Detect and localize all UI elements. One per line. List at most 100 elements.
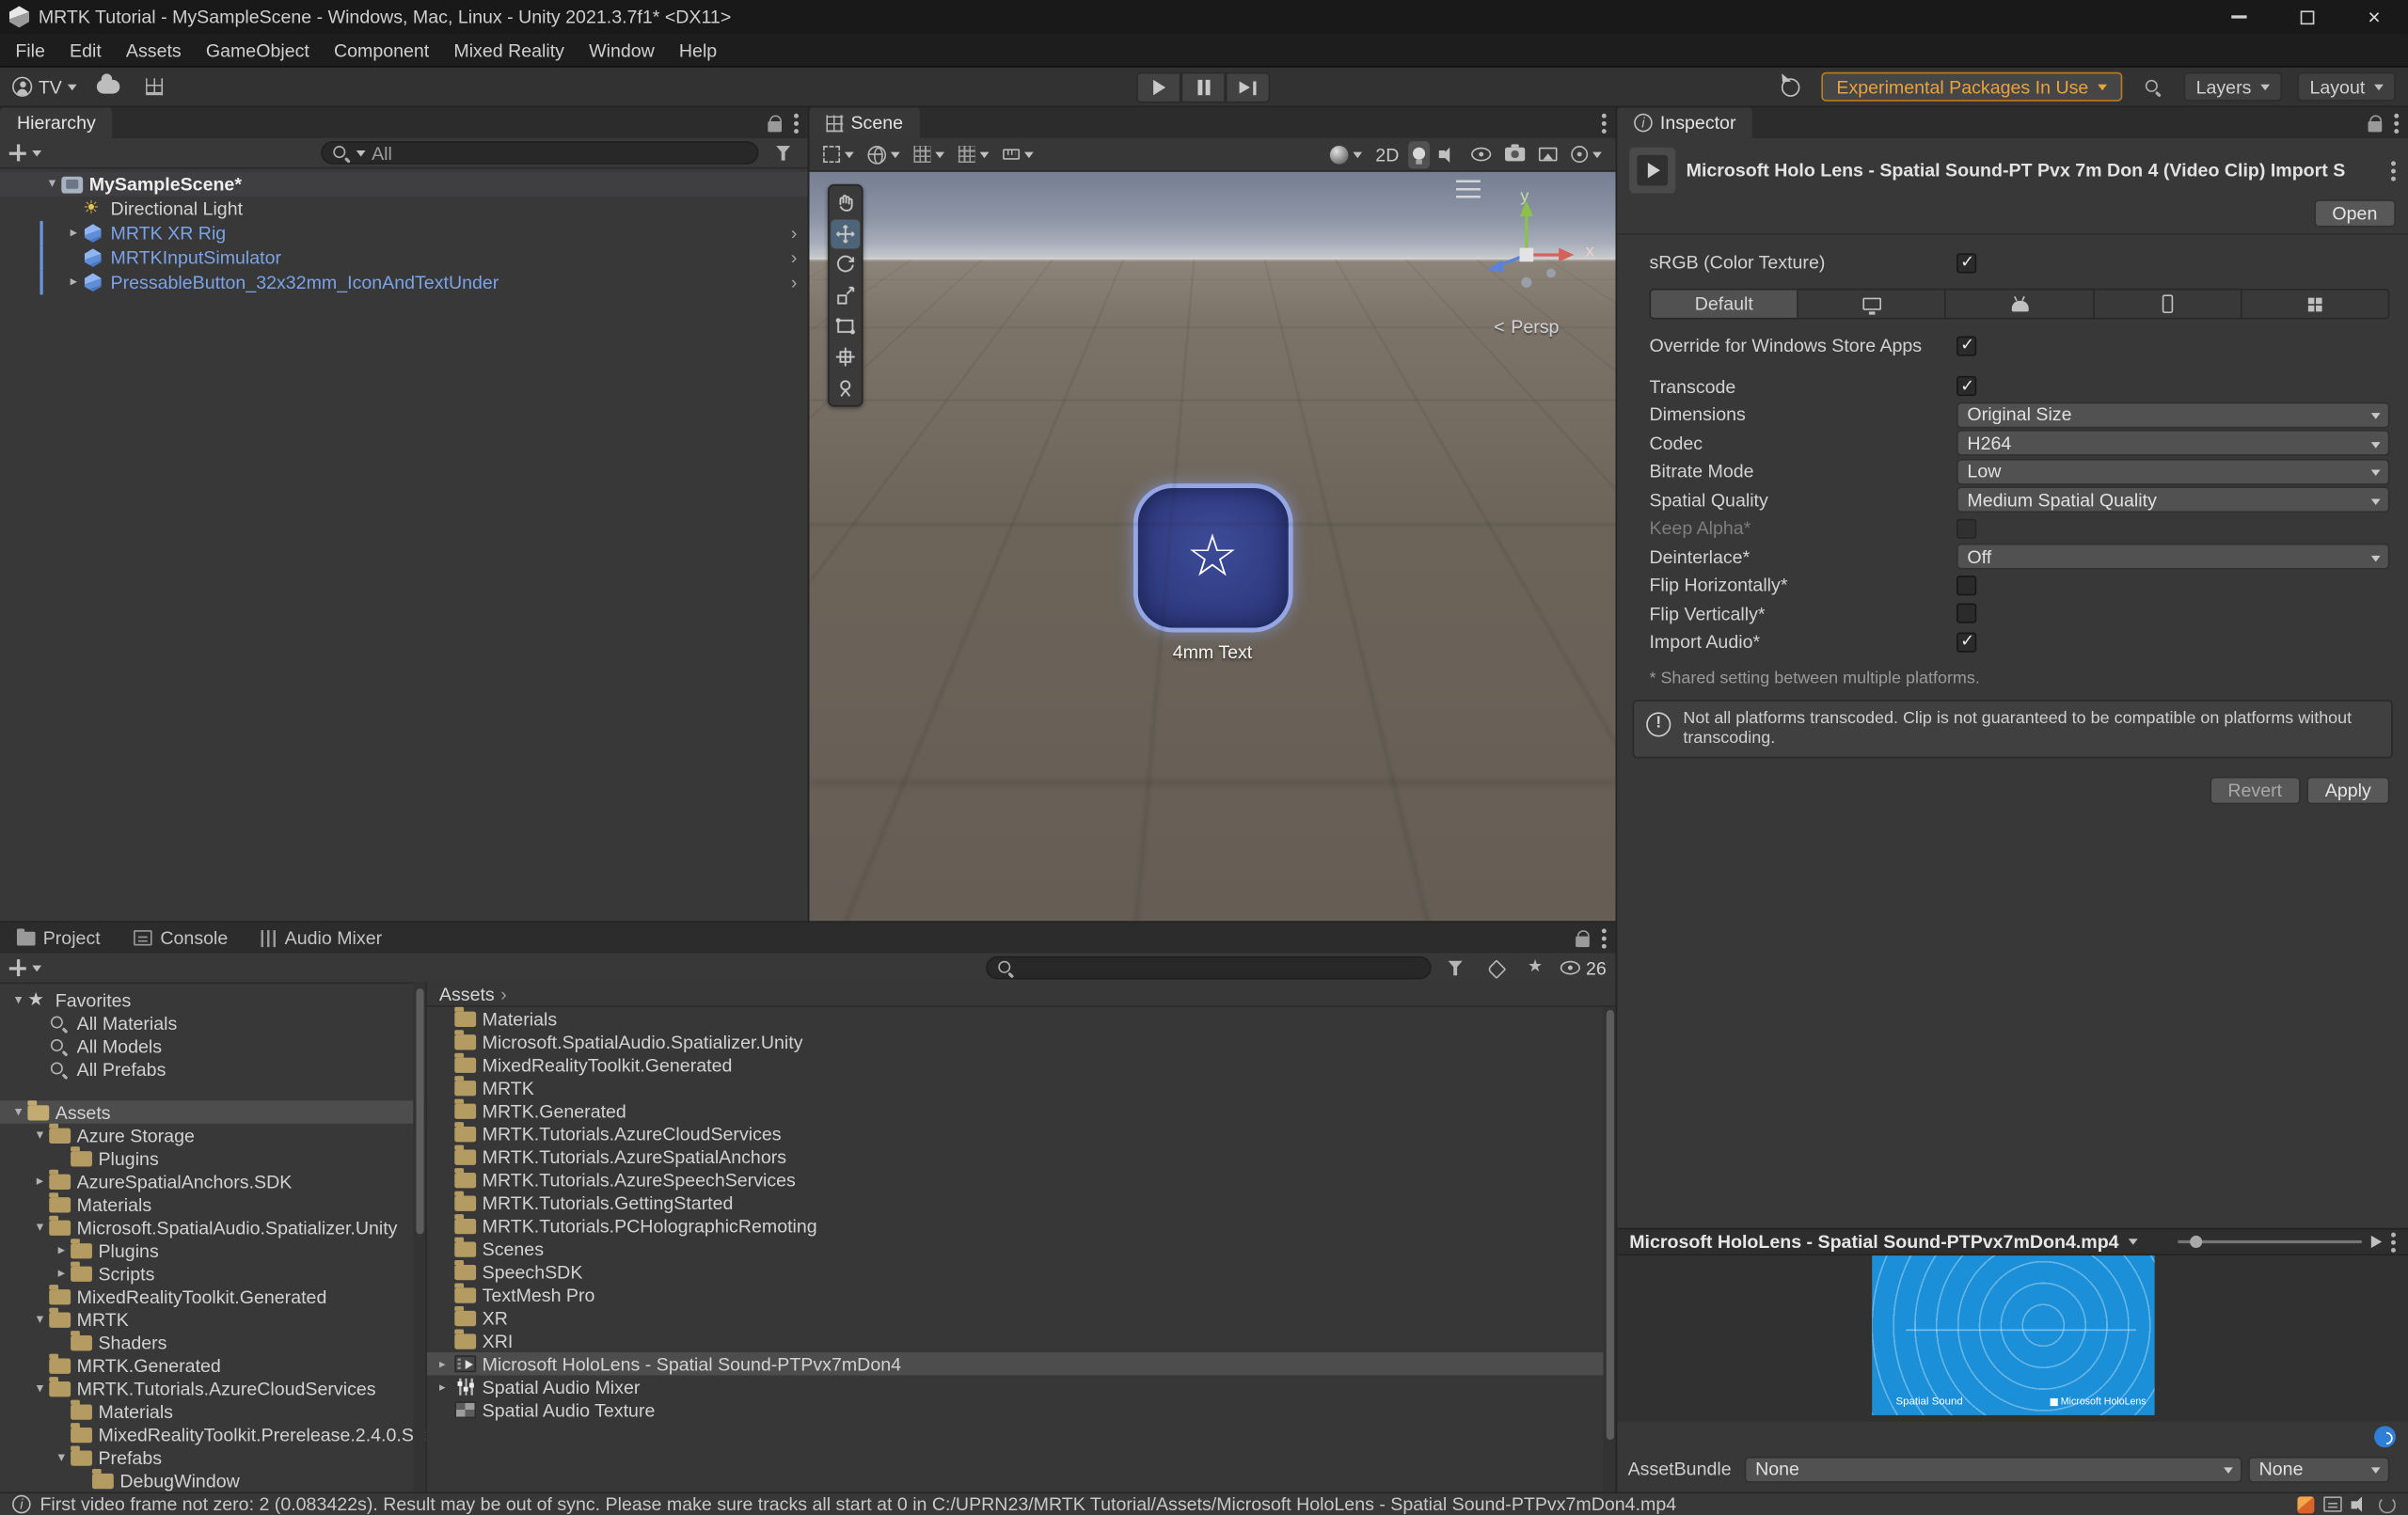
kebab-menu-icon[interactable] — [2391, 168, 2396, 173]
srgb-checkbox[interactable] — [1956, 253, 1976, 273]
property-checkbox[interactable] — [1956, 376, 1976, 396]
tab-android-platform[interactable] — [1946, 289, 2094, 320]
projection-toggle[interactable]: < Persp — [1494, 316, 1559, 338]
orientation-gizmo[interactable]: y x < Persp — [1462, 194, 1591, 341]
undo-history-button[interactable] — [1775, 71, 1806, 103]
console-status-icon[interactable] — [2323, 1496, 2342, 1511]
tab-scene[interactable]: Scene — [809, 107, 920, 138]
folder-tree-row[interactable]: ▾ Assets — [0, 1100, 425, 1123]
assetbundle-variant-dropdown[interactable]: None — [2248, 1456, 2389, 1482]
snap-increment-dropdown[interactable] — [998, 140, 1038, 167]
tab-standalone-platform[interactable] — [1798, 289, 1946, 320]
kebab-menu-icon[interactable] — [2394, 120, 2399, 125]
custom-tools-dropdown[interactable] — [831, 373, 860, 402]
folder-tree-row[interactable]: ▸ AzureSpatialAnchors.SDK — [0, 1170, 425, 1192]
search-button[interactable] — [2138, 71, 2169, 103]
folder-tree-row[interactable]: ▾ Azure Storage — [0, 1124, 425, 1146]
folder-tree-row[interactable]: All Prefabs — [0, 1058, 425, 1081]
folder-tree-row[interactable]: Plugins — [0, 1146, 425, 1169]
property-checkbox[interactable] — [1956, 604, 1976, 623]
cloud-services-button[interactable] — [93, 71, 124, 103]
property-dropdown[interactable]: H264 — [1956, 430, 2389, 456]
scrollbar-thumb[interactable] — [416, 988, 423, 1234]
preview-play-icon[interactable] — [2371, 1236, 2382, 1248]
expand-arrow-icon[interactable]: ▸ — [31, 1174, 50, 1189]
assetbundle-dropdown[interactable]: None — [1745, 1456, 2242, 1482]
view-hand-tool[interactable] — [831, 189, 860, 218]
maximize-button[interactable] — [2273, 0, 2340, 34]
folder-tree-row[interactable]: Materials — [0, 1192, 425, 1215]
folder-tree-row[interactable]: Materials — [0, 1400, 425, 1423]
hierarchy-item[interactable]: ▸ PressableButton_32x32mm_IconAndTextUnd… — [0, 270, 808, 294]
asset-list-row[interactable]: TextMesh Pro — [427, 1284, 1616, 1306]
expand-arrow-icon[interactable]: ▾ — [43, 177, 62, 192]
experimental-packages-button[interactable]: Experimental Packages In Use — [1821, 72, 2122, 102]
kebab-menu-icon[interactable] — [1602, 120, 1607, 125]
move-tool[interactable] — [831, 219, 860, 248]
expand-arrow-icon[interactable]: ▸ — [439, 1357, 454, 1371]
folder-tree-row[interactable]: ▾ MRTK.Tutorials.AzureCloudServices — [0, 1377, 425, 1399]
save-search-button[interactable]: ★ — [1520, 953, 1551, 984]
progress-spinner-icon[interactable] — [2379, 1496, 2396, 1513]
close-button[interactable]: × — [2340, 0, 2408, 34]
layout-dropdown[interactable]: Layout — [2297, 72, 2396, 102]
rect-tool[interactable] — [831, 311, 860, 340]
asset-list-row[interactable]: ▸ Spatial Audio Mixer — [427, 1375, 1616, 1397]
scene-viewport[interactable]: y x < Persp ☆ 4mm Text — [809, 172, 1615, 922]
skybox-dropdown[interactable] — [863, 140, 905, 167]
tab-inspector[interactable]: i Inspector — [1617, 107, 1752, 138]
package-grid-button[interactable] — [138, 71, 169, 103]
2d-toggle[interactable]: 2D — [1370, 140, 1403, 167]
snap-settings-dropdown[interactable] — [954, 140, 993, 167]
tab-ios-platform[interactable] — [2094, 289, 2242, 320]
hierarchy-search-input[interactable]: All — [321, 141, 758, 164]
menu-item[interactable]: Mixed Reality — [441, 33, 577, 67]
gizmos-dropdown[interactable] — [1566, 140, 1606, 167]
prefab-chevron-icon[interactable]: › — [791, 223, 808, 245]
expand-arrow-icon[interactable]: ▸ — [53, 1266, 71, 1281]
expand-arrow-icon[interactable]: ▸ — [53, 1242, 71, 1257]
lighting-toggle[interactable] — [1408, 140, 1430, 167]
expand-arrow-icon[interactable]: ▸ — [439, 1380, 454, 1394]
project-panel-tab[interactable]: Project — [0, 923, 118, 954]
menu-item[interactable]: Help — [667, 33, 729, 67]
asset-list-row[interactable]: MRTK.Generated — [427, 1099, 1616, 1122]
scrollbar-thumb[interactable] — [1606, 1010, 1613, 1440]
asset-list-row[interactable]: XR — [427, 1306, 1616, 1329]
expand-arrow-icon[interactable]: ▾ — [31, 1220, 50, 1235]
asset-list-row[interactable]: XRI — [427, 1330, 1616, 1352]
apply-button[interactable]: Apply — [2306, 776, 2389, 803]
property-checkbox[interactable] — [1956, 336, 1976, 355]
audio-status-icon[interactable] — [2352, 1496, 2370, 1513]
chevron-down-icon[interactable] — [2128, 1239, 2137, 1245]
folder-tree-row[interactable]: MixedRealityToolkit.Prerelease.2.4.0.Sta — [0, 1423, 425, 1445]
asset-list-row[interactable]: ▸ Microsoft HoloLens - Spatial Sound-PTP… — [427, 1352, 1616, 1375]
expand-arrow-icon[interactable]: ▾ — [31, 1381, 50, 1396]
open-button[interactable]: Open — [2314, 199, 2396, 227]
tab-default-platform[interactable]: Default — [1649, 289, 1798, 320]
property-checkbox[interactable] — [1956, 632, 1976, 652]
layers-dropdown[interactable]: Layers — [2184, 72, 2283, 102]
lock-icon[interactable] — [2368, 120, 2383, 131]
asset-list-row[interactable]: MRTK — [427, 1076, 1616, 1098]
breadcrumb-root[interactable]: Assets — [439, 983, 495, 1004]
hierarchy-item[interactable]: ▸ MRTK XR Rig › — [0, 221, 808, 245]
folder-tree-row[interactable]: ▾ Microsoft.SpatialAudio.Spatializer.Uni… — [0, 1216, 425, 1239]
camera-settings-dropdown[interactable] — [1500, 140, 1529, 167]
expand-arrow-icon[interactable]: ▾ — [31, 1128, 50, 1143]
folder-tree-row[interactable]: ▾ Prefabs — [0, 1446, 425, 1469]
list-scrollbar[interactable] — [1603, 1007, 1615, 1492]
expand-arrow-icon[interactable]: ▸ — [65, 275, 84, 290]
folder-tree-row[interactable]: MRTK.Generated — [0, 1354, 425, 1377]
lock-icon[interactable] — [768, 120, 782, 131]
asset-list-row[interactable]: Scenes — [427, 1238, 1616, 1260]
hierarchy-filter-button[interactable] — [768, 137, 799, 168]
tab-hierarchy[interactable]: Hierarchy — [0, 107, 113, 138]
folder-tree-row[interactable]: MixedRealityToolkit.Generated — [0, 1285, 425, 1307]
folder-tree-row[interactable]: ▾ Favorites — [0, 988, 425, 1011]
property-dropdown[interactable]: Original Size — [1956, 402, 2389, 428]
spatial-audio-badge-icon[interactable] — [2374, 1426, 2396, 1447]
prefab-chevron-icon[interactable]: › — [791, 272, 808, 293]
version-control-status-icon[interactable] — [2297, 1496, 2314, 1513]
folder-tree-row[interactable]: DebugWindow — [0, 1469, 425, 1491]
